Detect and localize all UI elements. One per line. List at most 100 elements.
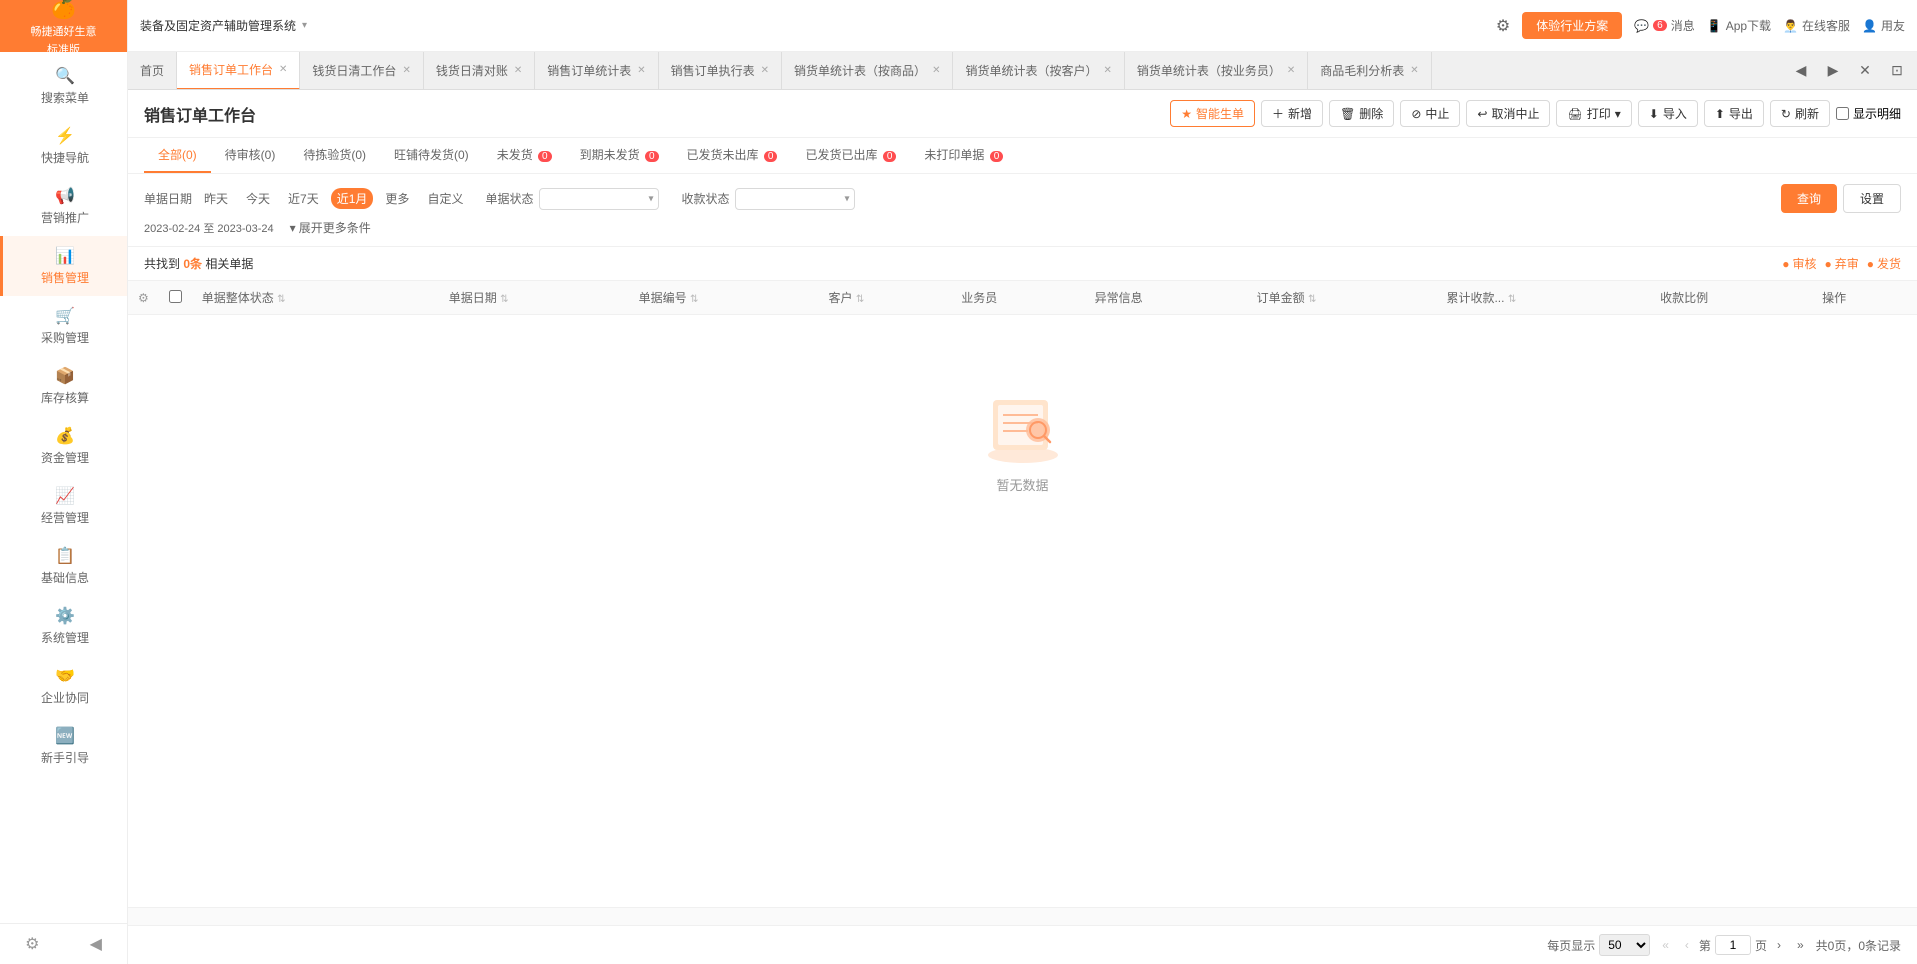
tab-sales-stats-product[interactable]: 销货单统计表（按商品） ✕ bbox=[782, 52, 953, 90]
sidebar-item-system[interactable]: ⚙️ 系统管理 bbox=[0, 596, 127, 656]
refresh-btn[interactable]: ↻ 刷新 bbox=[1770, 100, 1830, 127]
tab-sales-stats-close[interactable]: ✕ bbox=[637, 65, 645, 76]
select-all-checkbox[interactable] bbox=[169, 290, 182, 303]
tab-sales-stats-staff-close[interactable]: ✕ bbox=[1287, 65, 1295, 76]
ship-btn[interactable]: ● 发货 bbox=[1867, 255, 1901, 272]
pagination: 每页显示 10 20 50 100 « ‹ 第 页 › » 共0页， bbox=[128, 925, 1917, 964]
sidebar-item-operations[interactable]: 📈 经营管理 bbox=[0, 476, 127, 536]
tab-sales-exec[interactable]: 销售订单执行表 ✕ bbox=[659, 52, 782, 90]
date-btn-7days[interactable]: 近7天 bbox=[282, 188, 325, 209]
header-app-download[interactable]: 📱 App下载 bbox=[1707, 17, 1771, 34]
tab-gross-margin-close[interactable]: ✕ bbox=[1410, 65, 1418, 76]
show-detail-checkbox[interactable]: 显示明细 bbox=[1836, 105, 1901, 122]
tab-close-all-btn[interactable]: ✕ bbox=[1851, 57, 1879, 85]
expand-btn[interactable]: ▾ 展开更多条件 bbox=[290, 219, 371, 236]
sidebar-item-basic[interactable]: 📋 基础信息 bbox=[0, 536, 127, 596]
sub-tab-not-shipped[interactable]: 未发货 0 bbox=[483, 138, 566, 173]
sidebar-item-guide[interactable]: 🆕 新手引导 bbox=[0, 716, 127, 776]
header-dropdown-icon[interactable]: ▾ bbox=[302, 20, 307, 31]
add-btn[interactable]: ＋ 新增 bbox=[1261, 100, 1323, 127]
sub-tab-wangpu[interactable]: 旺铺待发货(0) bbox=[380, 138, 483, 173]
th-checkbox[interactable] bbox=[159, 281, 192, 315]
date-btn-yesterday[interactable]: 昨天 bbox=[198, 188, 234, 209]
status-select[interactable] bbox=[539, 188, 659, 210]
tab-sales-workbench[interactable]: 销售订单工作台 ✕ bbox=[177, 52, 300, 90]
show-detail-input[interactable] bbox=[1836, 107, 1849, 120]
stop-btn[interactable]: ⊘ 中止 bbox=[1400, 100, 1460, 127]
export-btn[interactable]: ⬆ 导出 bbox=[1704, 100, 1764, 127]
first-page-btn[interactable]: « bbox=[1656, 935, 1675, 955]
tab-cash-reconcile[interactable]: 钱货日清对账 ✕ bbox=[424, 52, 535, 90]
shipped-not-out-badge: 0 bbox=[764, 151, 778, 162]
sidebar-item-finance[interactable]: 💰 资金管理 bbox=[0, 416, 127, 476]
ai-generate-btn[interactable]: ★ 智能生单 bbox=[1170, 100, 1255, 127]
tab-cash-reconcile-close[interactable]: ✕ bbox=[514, 65, 522, 76]
sidebar-item-purchase[interactable]: 🛒 采购管理 bbox=[0, 296, 127, 356]
query-btn[interactable]: 查询 bbox=[1781, 184, 1837, 213]
sub-tab-all[interactable]: 全部(0) bbox=[144, 138, 211, 173]
sub-tab-pending-review[interactable]: 待审核(0) bbox=[211, 138, 290, 173]
sidebar-item-inventory[interactable]: 📦 库存核算 bbox=[0, 356, 127, 416]
page-input[interactable] bbox=[1715, 935, 1751, 955]
sub-tab-shipped-not-out[interactable]: 已发货未出库 0 bbox=[673, 138, 792, 173]
date-btn-1month[interactable]: 近1月 bbox=[331, 188, 374, 209]
sort-received-icon[interactable]: ⇅ bbox=[1508, 294, 1516, 305]
header-user[interactable]: 👤 用友 bbox=[1862, 17, 1905, 34]
tab-sales-exec-close[interactable]: ✕ bbox=[761, 65, 769, 76]
guide-icon: 🆕 bbox=[55, 726, 75, 746]
tab-sales-stats[interactable]: 销售订单统计表 ✕ bbox=[535, 52, 658, 90]
delete-btn[interactable]: 🗑 删除 bbox=[1329, 100, 1394, 127]
sidebar-item-quick-nav[interactable]: ⚡ 快捷导航 bbox=[0, 116, 127, 176]
tab-cash-daily[interactable]: 钱货日清工作台 ✕ bbox=[300, 52, 423, 90]
unreviewed-btn[interactable]: ● 弃审 bbox=[1824, 255, 1858, 272]
sort-date-icon[interactable]: ⇅ bbox=[500, 294, 508, 305]
tab-sales-stats-customer-close[interactable]: ✕ bbox=[1103, 65, 1111, 76]
sidebar-item-sales[interactable]: 📊 销售管理 bbox=[0, 236, 127, 296]
sort-status-icon[interactable]: ⇅ bbox=[277, 294, 285, 305]
th-gear[interactable]: ⚙ bbox=[128, 281, 159, 315]
date-btn-custom[interactable]: 自定义 bbox=[421, 188, 469, 209]
sidebar-settings-btn[interactable]: ⚙ bbox=[25, 934, 39, 954]
scroll-area[interactable] bbox=[128, 907, 1917, 925]
filter-payment-item: 收款状态 bbox=[681, 188, 855, 210]
sidebar-item-marketing[interactable]: 📢 营销推广 bbox=[0, 176, 127, 236]
experience-btn[interactable]: 体验行业方案 bbox=[1522, 12, 1622, 39]
sub-tab-shipped-out[interactable]: 已发货已出库 0 bbox=[791, 138, 910, 173]
sidebar-logo[interactable]: 🍊 畅捷通好生意 标准版 bbox=[0, 0, 127, 52]
sub-tab-pending-inspect[interactable]: 待拣验货(0) bbox=[289, 138, 380, 173]
header-online-service[interactable]: 👨‍💼 在线客服 bbox=[1783, 17, 1850, 34]
tab-next-btn[interactable]: ▶ bbox=[1819, 57, 1847, 85]
payment-select[interactable] bbox=[735, 188, 855, 210]
print-btn[interactable]: 🖨 打印 ▾ bbox=[1556, 100, 1631, 127]
date-btn-today[interactable]: 今天 bbox=[240, 188, 276, 209]
sub-tab-expired-not-shipped[interactable]: 到期未发货 0 bbox=[566, 138, 673, 173]
tab-sales-stats-staff[interactable]: 销货单统计表（按业务员） ✕ bbox=[1125, 52, 1308, 90]
sidebar-collapse-btn[interactable]: ◀ bbox=[90, 934, 102, 954]
import-btn[interactable]: ⬇ 导入 bbox=[1638, 100, 1698, 127]
review-btn[interactable]: ● 审核 bbox=[1782, 255, 1816, 272]
tab-sales-stats-customer[interactable]: 销货单统计表（按客户） ✕ bbox=[953, 52, 1124, 90]
setting-btn[interactable]: 设置 bbox=[1843, 184, 1901, 213]
tab-maximize-btn[interactable]: ⊡ bbox=[1883, 57, 1911, 85]
header-gear-icon[interactable]: ⚙ bbox=[1496, 16, 1510, 36]
next-page-btn[interactable]: › bbox=[1771, 935, 1787, 955]
tab-home[interactable]: 首页 bbox=[128, 52, 177, 90]
sort-customer-icon[interactable]: ⇅ bbox=[856, 294, 864, 305]
sidebar-item-search[interactable]: 🔍 搜索菜单 bbox=[0, 56, 127, 116]
prev-page-btn[interactable]: ‹ bbox=[1679, 935, 1695, 955]
last-page-btn[interactable]: » bbox=[1791, 935, 1810, 955]
header-message[interactable]: 💬 6 消息 bbox=[1634, 17, 1695, 34]
cancel-stop-btn[interactable]: ↩ 取消中止 bbox=[1466, 100, 1550, 127]
tab-prev-btn[interactable]: ◀ bbox=[1787, 57, 1815, 85]
tab-sales-stats-product-close[interactable]: ✕ bbox=[932, 65, 940, 76]
sidebar-item-enterprise[interactable]: 🤝 企业协同 bbox=[0, 656, 127, 716]
tab-home-label: 首页 bbox=[140, 62, 164, 79]
sort-number-icon[interactable]: ⇅ bbox=[690, 294, 698, 305]
date-btn-more[interactable]: 更多 bbox=[379, 188, 415, 209]
tab-sales-workbench-close[interactable]: ✕ bbox=[279, 64, 287, 75]
sort-amount-icon[interactable]: ⇅ bbox=[1308, 294, 1316, 305]
tab-cash-daily-close[interactable]: ✕ bbox=[402, 65, 410, 76]
per-page-select[interactable]: 10 20 50 100 bbox=[1599, 934, 1650, 956]
sub-tab-not-printed[interactable]: 未打印单据 0 bbox=[910, 138, 1017, 173]
tab-gross-margin[interactable]: 商品毛利分析表 ✕ bbox=[1308, 52, 1431, 90]
